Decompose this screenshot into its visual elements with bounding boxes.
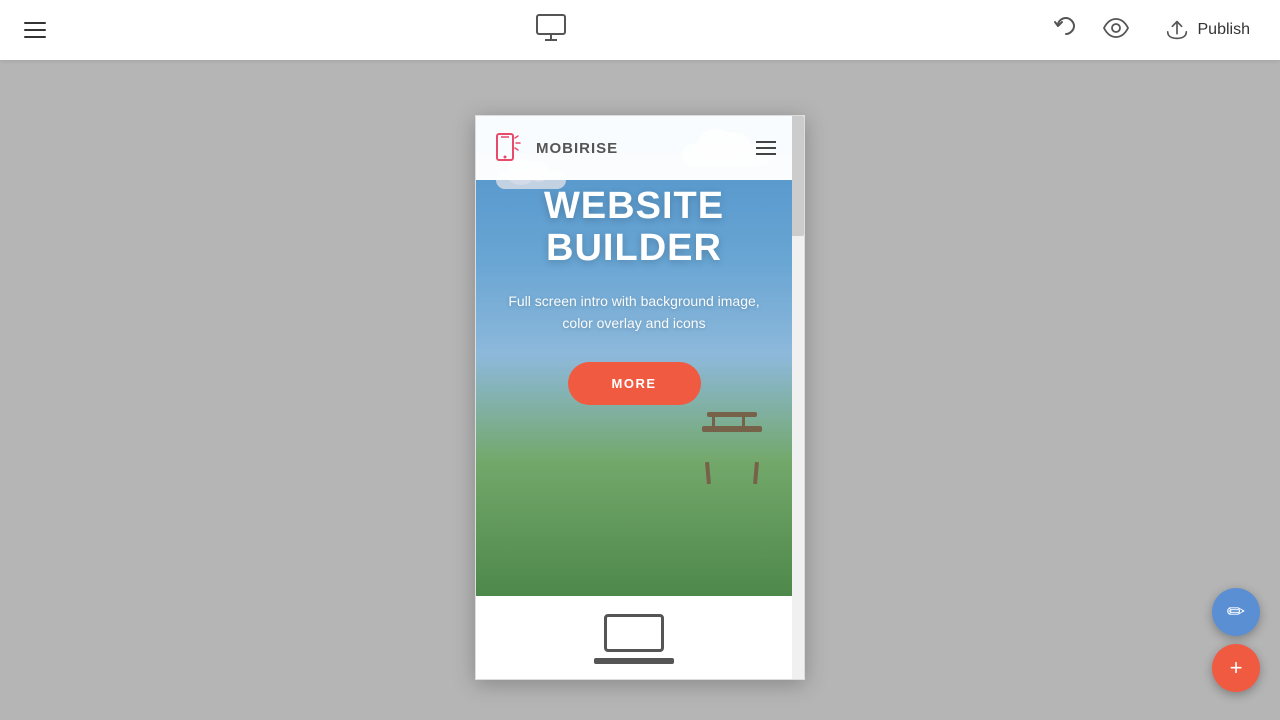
preview-icon[interactable]: [1102, 14, 1130, 47]
menu-icon[interactable]: [20, 18, 50, 42]
hero-content: WEBSITE BUILDER Full screen intro with b…: [476, 186, 792, 405]
page-inner: WEBSITE BUILDER Full screen intro with b…: [476, 116, 792, 680]
monitor-icon[interactable]: [535, 12, 567, 49]
topbar-center: [535, 12, 567, 49]
laptop-illustration: [594, 614, 674, 664]
topbar: Publish: [0, 0, 1280, 60]
hero-title: WEBSITE BUILDER: [492, 186, 776, 270]
fab-edit-button[interactable]: ✏: [1212, 588, 1260, 636]
canvas-area: WEBSITE BUILDER Full screen intro with b…: [0, 60, 1280, 720]
brand-phone-icon: [492, 130, 528, 166]
laptop-screen: [604, 614, 664, 652]
nav-menu-icon[interactable]: [756, 141, 776, 155]
hero-background: WEBSITE BUILDER Full screen intro with b…: [476, 116, 792, 596]
plus-icon: +: [1230, 657, 1243, 679]
fab-add-button[interactable]: +: [1212, 644, 1260, 692]
brand-logo: MOBIRISE: [492, 130, 618, 166]
brand-name: MOBIRISE: [536, 140, 618, 157]
undo-icon[interactable]: [1052, 15, 1078, 46]
pencil-icon: ✏: [1227, 601, 1245, 623]
device-scrollbar[interactable]: [790, 116, 804, 679]
hero-section: WEBSITE BUILDER Full screen intro with b…: [476, 116, 792, 596]
hero-subtitle: Full screen intro with background image,…: [492, 290, 776, 335]
scrollbar-thumb: [791, 116, 804, 236]
section-below-hero: [476, 596, 792, 680]
publish-button[interactable]: Publish: [1154, 11, 1260, 49]
device-frame: WEBSITE BUILDER Full screen intro with b…: [475, 115, 805, 680]
publish-label: Publish: [1198, 21, 1250, 39]
hero-cta-button[interactable]: MORE: [568, 362, 701, 405]
topbar-right: Publish: [1052, 11, 1260, 49]
hero-title-line1: WEBSITE: [492, 186, 776, 228]
page-nav: MOBIRISE: [476, 116, 792, 180]
laptop-base: [594, 658, 674, 664]
hero-title-line2: BUILDER: [492, 228, 776, 270]
topbar-left: [20, 18, 50, 42]
